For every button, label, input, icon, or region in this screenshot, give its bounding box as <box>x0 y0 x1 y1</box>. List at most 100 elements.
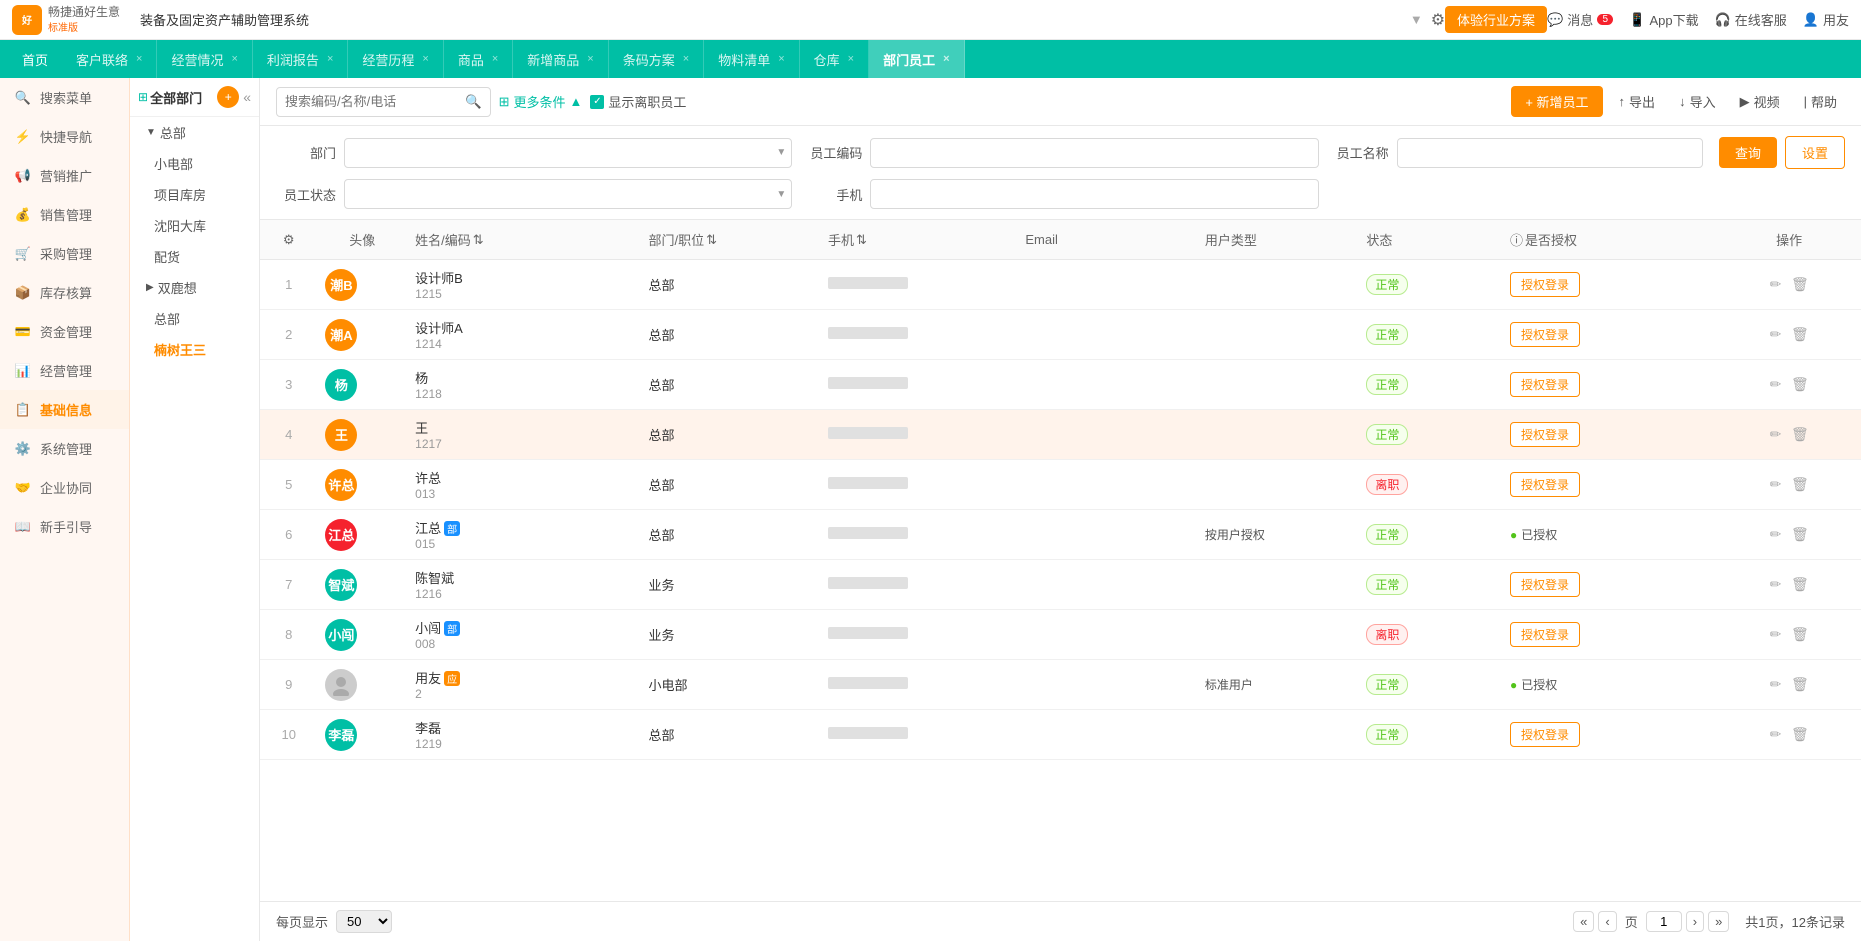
close-icon[interactable]: × <box>231 53 237 65</box>
edit-icon[interactable]: ✏ <box>1770 476 1782 492</box>
close-icon[interactable]: × <box>587 53 593 65</box>
tree-item-warehouse[interactable]: 项目库房 <box>130 179 259 210</box>
sidebar-item-system[interactable]: ⚙️ 系统管理 <box>0 429 129 468</box>
col-name[interactable]: 姓名/编码 ⇅ <box>407 220 640 260</box>
sidebar-item-marketing[interactable]: 📢 营销推广 <box>0 156 129 195</box>
sidebar-item-collab[interactable]: 🤝 企业协同 <box>0 468 129 507</box>
help-button[interactable]: | 帮助 <box>1796 92 1845 111</box>
sidebar-item-finance[interactable]: 💳 资金管理 <box>0 312 129 351</box>
edit-icon[interactable]: ✏ <box>1770 626 1782 642</box>
tab-products[interactable]: 商品 × <box>444 40 513 78</box>
config-button[interactable]: 设置 <box>1785 136 1845 169</box>
col-settings[interactable]: ⚙ <box>260 220 317 260</box>
row-auth[interactable]: ●已授权 <box>1502 660 1717 710</box>
query-button[interactable]: 查询 <box>1719 137 1777 168</box>
close-icon[interactable]: × <box>136 53 142 65</box>
sidebar-item-inventory[interactable]: 📦 库存核算 <box>0 273 129 312</box>
import-button[interactable]: ↓ 导入 <box>1671 92 1724 111</box>
try-plan-button[interactable]: 体验行业方案 <box>1445 6 1547 33</box>
tab-warehouse[interactable]: 仓库 × <box>800 40 869 78</box>
tree-item-shuanglu[interactable]: ▶ 双鹿想 <box>130 272 259 303</box>
delete-icon[interactable]: 🗑 <box>1791 526 1809 542</box>
close-icon[interactable]: × <box>492 53 498 65</box>
delete-icon[interactable]: 🗑 <box>1791 326 1809 342</box>
employee-status-select[interactable] <box>344 179 792 209</box>
close-icon[interactable]: × <box>327 53 333 65</box>
auth-btn[interactable]: 授权登录 <box>1510 622 1580 647</box>
sort-phone[interactable]: 手机 ⇅ <box>828 230 1009 249</box>
row-auth[interactable]: 授权登录 <box>1502 710 1717 760</box>
edit-icon[interactable]: ✏ <box>1770 376 1782 392</box>
settings-icon[interactable]: ⚙ <box>1431 10 1445 30</box>
first-page-btn[interactable]: « <box>1573 911 1594 932</box>
prev-page-btn[interactable]: ‹ <box>1598 911 1616 932</box>
edit-icon[interactable]: ✏ <box>1770 426 1782 442</box>
edit-icon[interactable]: ✏ <box>1770 726 1782 742</box>
close-icon[interactable]: × <box>683 53 689 65</box>
col-phone[interactable]: 手机 ⇅ <box>820 220 1017 260</box>
tree-item-distribution[interactable]: 配货 <box>130 241 259 272</box>
message-btn[interactable]: 💬 消息 5 <box>1547 10 1613 29</box>
edit-icon[interactable]: ✏ <box>1770 276 1782 292</box>
chevron-down-icon[interactable]: ▼ <box>1410 12 1423 27</box>
sidebar-item-operations[interactable]: 📊 经营管理 <box>0 351 129 390</box>
row-auth[interactable]: 授权登录 <box>1502 460 1717 510</box>
auth-btn[interactable]: 授权登录 <box>1510 722 1580 747</box>
page-input[interactable] <box>1646 911 1682 932</box>
dept-select[interactable] <box>344 138 792 168</box>
info-icon[interactable]: ⓘ <box>1510 233 1523 248</box>
sidebar-item-purchase[interactable]: 🛒 采购管理 <box>0 234 129 273</box>
tab-history[interactable]: 经营历程 × <box>348 40 443 78</box>
delete-icon[interactable]: 🗑 <box>1791 476 1809 492</box>
close-icon[interactable]: × <box>848 53 854 65</box>
row-auth[interactable]: 授权登录 <box>1502 410 1717 460</box>
sidebar-item-guide[interactable]: 📖 新手引导 <box>0 507 129 546</box>
tree-item-shenyang[interactable]: 沈阳大库 <box>130 210 259 241</box>
sidebar-item-sales[interactable]: 💰 销售管理 <box>0 195 129 234</box>
edit-icon[interactable]: ✏ <box>1770 676 1782 692</box>
tab-home[interactable]: 首页 <box>8 40 62 78</box>
close-icon[interactable]: × <box>778 53 784 65</box>
delete-icon[interactable]: 🗑 <box>1791 576 1809 592</box>
delete-icon[interactable]: 🗑 <box>1791 426 1809 442</box>
delete-icon[interactable]: 🗑 <box>1791 376 1809 392</box>
auth-btn[interactable]: 授权登录 <box>1510 422 1580 447</box>
user-btn[interactable]: 👤 用友 <box>1803 10 1849 29</box>
app-download-btn[interactable]: 📱 App下载 <box>1629 10 1698 29</box>
tab-add-product[interactable]: 新增商品 × <box>513 40 608 78</box>
more-filter-btn[interactable]: ⊞ 更多条件 ▲ <box>499 92 583 111</box>
online-service-btn[interactable]: 🎧 在线客服 <box>1715 10 1787 29</box>
tab-customer[interactable]: 客户联络 × <box>62 40 157 78</box>
row-auth[interactable]: 授权登录 <box>1502 610 1717 660</box>
show-resigned-toggle[interactable]: ✓ 显示离职员工 <box>590 92 686 111</box>
sort-dept[interactable]: 部门/职位 ⇅ <box>648 230 811 249</box>
sidebar-item-search[interactable]: 🔍 搜索菜单 <box>0 78 129 117</box>
delete-icon[interactable]: 🗑 <box>1791 676 1809 692</box>
search-input[interactable] <box>277 94 457 109</box>
add-dept-icon[interactable]: + <box>217 86 239 108</box>
delete-icon[interactable]: 🗑 <box>1791 626 1809 642</box>
close-icon[interactable]: × <box>943 53 949 65</box>
view-button[interactable]: ▶ 视频 <box>1732 92 1788 111</box>
tree-item-electronics[interactable]: 小电部 <box>130 148 259 179</box>
tab-operations[interactable]: 经营情况 × <box>157 40 252 78</box>
last-page-btn[interactable]: » <box>1708 911 1729 932</box>
employee-code-input[interactable] <box>870 138 1318 168</box>
row-auth[interactable]: 授权登录 <box>1502 560 1717 610</box>
employee-name-input[interactable] <box>1397 138 1703 168</box>
collapse-icon[interactable]: « <box>243 89 251 105</box>
tab-profit[interactable]: 利润报告 × <box>253 40 348 78</box>
row-auth[interactable]: 授权登录 <box>1502 260 1717 310</box>
add-employee-button[interactable]: + 新增员工 <box>1511 86 1602 117</box>
edit-icon[interactable]: ✏ <box>1770 326 1782 342</box>
search-button[interactable]: 🔍 <box>457 94 490 110</box>
auth-btn[interactable]: 授权登录 <box>1510 472 1580 497</box>
delete-icon[interactable]: 🗑 <box>1791 276 1809 292</box>
auth-btn[interactable]: 授权登录 <box>1510 572 1580 597</box>
edit-icon[interactable]: ✏ <box>1770 576 1782 592</box>
tree-item-headquarter[interactable]: ▼ 总部 <box>130 117 259 148</box>
auth-btn[interactable]: 授权登录 <box>1510 272 1580 297</box>
edit-icon[interactable]: ✏ <box>1770 526 1782 542</box>
col-dept[interactable]: 部门/职位 ⇅ <box>640 220 819 260</box>
auth-btn[interactable]: 授权登录 <box>1510 372 1580 397</box>
